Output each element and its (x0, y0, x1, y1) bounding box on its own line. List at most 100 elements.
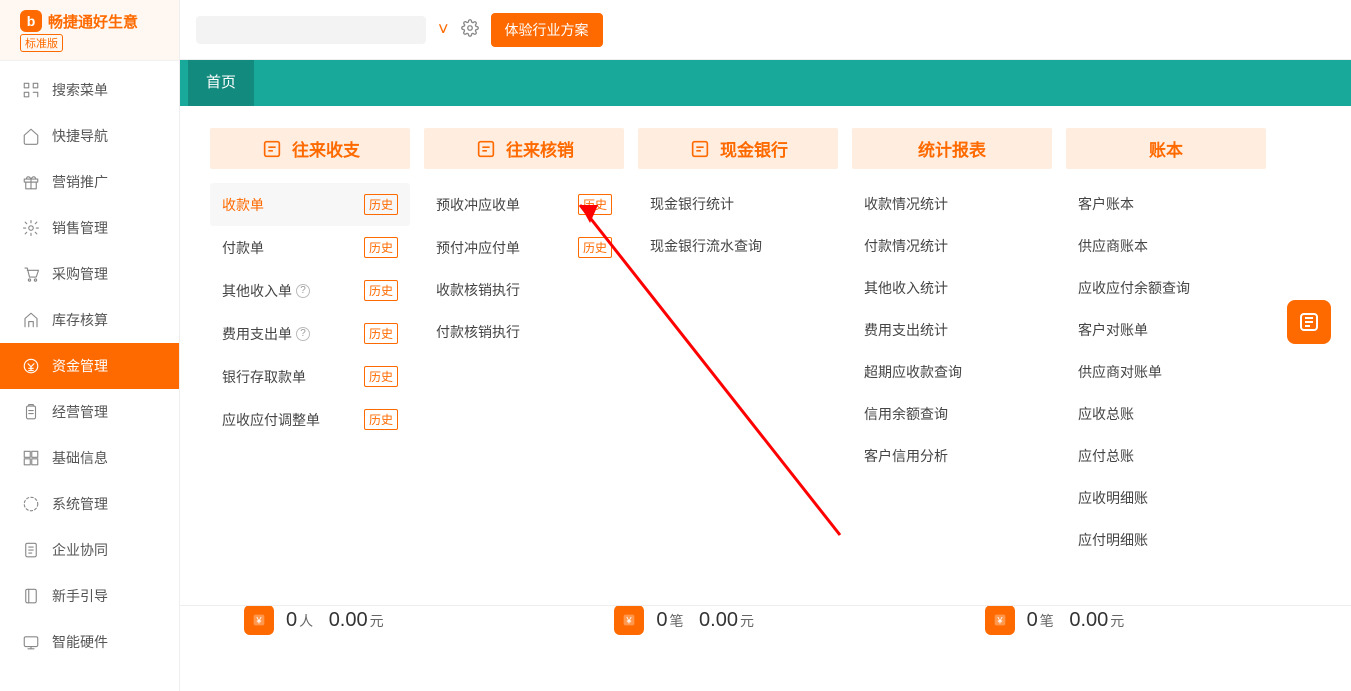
mega-menu-item[interactable]: 付款情况统计 (852, 225, 1052, 267)
mega-menu-item[interactable]: 超期应收款查询 (852, 351, 1052, 393)
mega-menu-item[interactable]: 其他收入单?历史 (210, 269, 410, 312)
mega-menu-item[interactable]: 银行存取款单 历史 (210, 355, 410, 398)
sidebar-item-scan[interactable]: 搜索菜单 (0, 67, 179, 113)
mega-item-label: 应付明细账 (1078, 530, 1148, 550)
mega-item-label: 应收应付调整单 (222, 410, 320, 430)
mega-menu-item[interactable]: 费用支出单?历史 (210, 312, 410, 355)
stat-amount: 0.00 (329, 609, 368, 631)
help-icon[interactable]: ? (296, 284, 310, 298)
mega-menu-item[interactable]: 供应商账本 (1066, 225, 1266, 267)
stat-count: 0 (1027, 609, 1038, 631)
mega-menu-item[interactable]: 应收应付余额查询 (1066, 267, 1266, 309)
mega-menu-item[interactable]: 预付冲应付单历史 (424, 226, 624, 269)
grid-icon (22, 449, 40, 467)
svg-text:¥: ¥ (255, 615, 262, 625)
logo-block: b 畅捷通好生意 标准版 (0, 0, 179, 61)
mega-column: 账本客户账本供应商账本应收应付余额查询客户对账单供应商对账单应收总账应付总账应收… (1066, 128, 1266, 565)
sidebar-item-money[interactable]: 资金管理 (0, 343, 179, 389)
sidebar-item-guide[interactable]: 新手引导 (0, 573, 179, 619)
sidebar-item-label: 快捷导航 (52, 126, 108, 146)
sidebar-item-grid[interactable]: 基础信息 (0, 435, 179, 481)
cart-icon (22, 265, 40, 283)
mega-menu-item[interactable]: 费用支出统计 (852, 309, 1052, 351)
money-icon (22, 357, 40, 375)
gear-icon (22, 219, 40, 237)
chevron-down-icon[interactable]: ˅ (438, 19, 449, 40)
sidebar-item-home[interactable]: 快捷导航 (0, 113, 179, 159)
history-tag[interactable]: 历史 (364, 280, 398, 301)
sidebar-item-cart[interactable]: 采购管理 (0, 251, 179, 297)
mega-item-label: 银行存取款单 (222, 367, 306, 387)
mega-menu-item[interactable]: 客户对账单 (1066, 309, 1266, 351)
industry-solution-button[interactable]: 体验行业方案 (491, 13, 603, 47)
mega-item-label: 应付总账 (1078, 446, 1134, 466)
stat-count-unit: 笔 (1040, 613, 1054, 629)
doc-icon (474, 137, 498, 161)
history-tag[interactable]: 历史 (364, 237, 398, 258)
logo-title: 畅捷通好生意 (48, 11, 138, 32)
sidebar-item-house[interactable]: 库存核算 (0, 297, 179, 343)
topbar: ˅ 体验行业方案 (180, 0, 1351, 60)
history-tag[interactable]: 历史 (364, 323, 398, 344)
org-name-placeholder[interactable] (196, 16, 426, 44)
home-icon (22, 127, 40, 145)
mega-menu-item[interactable]: 其他收入统计 (852, 267, 1052, 309)
float-shortcut-icon[interactable] (1287, 300, 1331, 344)
mega-column: 往来核销预收冲应收单历史预付冲应付单历史收款核销执行付款核销执行 (424, 128, 624, 565)
sidebar-item-label: 新手引导 (52, 586, 108, 606)
stat-count: 0 (656, 609, 667, 631)
dots-icon (22, 495, 40, 513)
history-tag[interactable]: 历史 (364, 194, 398, 215)
mega-menu-item[interactable]: 收款单 历史 (210, 183, 410, 226)
mega-column-header: 往来核销 (424, 128, 624, 169)
gear-icon[interactable] (461, 19, 479, 40)
mega-item-label: 应收明细账 (1078, 488, 1148, 508)
sidebar-item-gift[interactable]: 营销推广 (0, 159, 179, 205)
mega-item-label: 收款情况统计 (864, 194, 948, 214)
mega-item-label: 客户账本 (1078, 194, 1134, 214)
sidebar-item-clipboard[interactable]: 经营管理 (0, 389, 179, 435)
stat-count-unit: 笔 (669, 613, 683, 629)
history-tag[interactable]: 历史 (578, 194, 612, 215)
mega-menu-item[interactable]: 预收冲应收单历史 (424, 183, 624, 226)
sidebar-item-tv[interactable]: 智能硬件 (0, 619, 179, 665)
stat-amount: 0.00 (699, 609, 738, 631)
mega-column-title: 统计报表 (918, 136, 986, 161)
mega-menu-item[interactable]: 应付总账 (1066, 435, 1266, 477)
sidebar-item-label: 搜索菜单 (52, 80, 108, 100)
mega-menu-item[interactable]: 现金银行统计 (638, 183, 838, 225)
sidebar: b 畅捷通好生意 标准版 搜索菜单快捷导航营销推广销售管理采购管理库存核算资金管… (0, 0, 180, 691)
mega-item-label: 超期应收款查询 (864, 362, 962, 382)
mega-item-label: 收款单 (222, 195, 264, 215)
mega-menu-item[interactable]: 客户信用分析 (852, 435, 1052, 477)
history-tag[interactable]: 历史 (364, 366, 398, 387)
sidebar-item-gear[interactable]: 销售管理 (0, 205, 179, 251)
history-tag[interactable]: 历史 (578, 237, 612, 258)
mega-menu-item[interactable]: 应收明细账 (1066, 477, 1266, 519)
mega-menu-item[interactable]: 客户账本 (1066, 183, 1266, 225)
tab-home[interactable]: 首页 (188, 60, 254, 106)
sidebar-item-label: 库存核算 (52, 310, 108, 330)
mega-menu-item[interactable]: 现金银行流水查询 (638, 225, 838, 267)
history-tag[interactable]: 历史 (364, 409, 398, 430)
mega-menu-item[interactable]: 付款单 历史 (210, 226, 410, 269)
mega-menu-item[interactable]: 应收总账 (1066, 393, 1266, 435)
sidebar-item-note[interactable]: 企业协同 (0, 527, 179, 573)
mega-menu-item[interactable]: 收款情况统计 (852, 183, 1052, 225)
guide-icon (22, 587, 40, 605)
mega-item-label: 付款单 (222, 238, 264, 258)
tabbar: 首页 (180, 60, 1351, 106)
mega-menu-item[interactable]: 应付明细账 (1066, 519, 1266, 561)
stat-amount-unit: 元 (740, 613, 754, 629)
help-icon[interactable]: ? (296, 327, 310, 341)
sidebar-item-dots[interactable]: 系统管理 (0, 481, 179, 527)
mega-item-label: 付款核销执行 (436, 322, 520, 342)
mega-menu-item[interactable]: 收款核销执行 (424, 269, 624, 311)
mega-menu-item[interactable]: 信用余额查询 (852, 393, 1052, 435)
mega-menu-item[interactable]: 付款核销执行 (424, 311, 624, 353)
gift-icon (22, 173, 40, 191)
logo-edition-badge: 标准版 (20, 34, 63, 52)
doc-icon (688, 137, 712, 161)
mega-menu-item[interactable]: 供应商对账单 (1066, 351, 1266, 393)
mega-menu-item[interactable]: 应收应付调整单 历史 (210, 398, 410, 441)
